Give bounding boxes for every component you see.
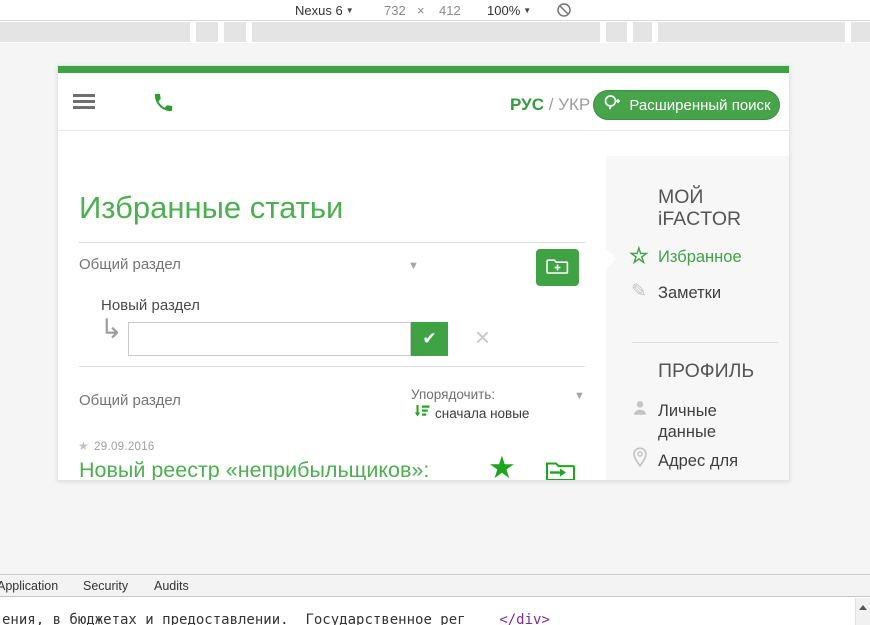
cancel-icon[interactable]: × <box>475 324 490 350</box>
menu-icon[interactable] <box>73 94 95 112</box>
pencil-icon: ✎ <box>631 281 647 302</box>
rotate-viewport-icon[interactable] <box>556 2 572 23</box>
sidebar-item-address[interactable]: Адрес для <box>606 447 789 476</box>
indent-arrow-icon: ↳ <box>100 314 123 344</box>
sort-dropdown-value: сначала новые <box>435 406 530 421</box>
divider <box>79 242 585 243</box>
check-icon: ✔ <box>422 329 437 348</box>
sidebar-item-notes[interactable]: ✎ Заметки <box>606 281 789 308</box>
star-outline-icon: ☆ <box>629 243 649 268</box>
tab-application[interactable]: Application <box>0 579 58 593</box>
viewport-width-field[interactable]: 732 <box>384 3 406 18</box>
new-section-label: Новый раздел <box>101 297 200 314</box>
chevron-down-icon[interactable]: ▼ <box>574 390 585 402</box>
devtools-elements-panel: ения, в бюджетах и предоставлении. Госуд… <box>0 598 870 625</box>
section-dropdown[interactable]: Общий раздел ▼ <box>79 256 419 278</box>
header-divider <box>58 130 789 131</box>
folder-plus-icon <box>546 256 569 280</box>
article-date: 29.09.2016 <box>94 441 155 453</box>
favorite-star-icon[interactable]: ★ <box>488 452 516 480</box>
web-page: РУС / УКР Расширенный поиск Избранные ст… <box>57 65 790 481</box>
dom-text-node: ения, в бюджетах и предоставлении. Госуд… <box>2 612 550 625</box>
zoom-select[interactable]: 100% ▼ <box>487 3 531 18</box>
media-query-segment[interactable] <box>224 22 246 42</box>
sort-label: Упорядочить: <box>411 387 496 402</box>
media-query-segment[interactable] <box>658 22 845 42</box>
move-to-folder-icon[interactable] <box>544 458 576 480</box>
tab-audits[interactable]: Audits <box>154 579 189 593</box>
dimension-multiply-label: × <box>417 3 425 18</box>
sidebar-profile-header: ПРОФИЛЬ <box>658 360 755 382</box>
scroll-up-arrow-icon[interactable] <box>859 605 867 610</box>
new-section-input[interactable] <box>128 322 411 356</box>
star-icon: ★ <box>78 439 90 453</box>
lang-separator: / <box>548 95 554 114</box>
sidebar-item-favorites[interactable]: ☆ Избранное <box>606 243 789 272</box>
sort-dropdown[interactable]: сначала новые <box>414 403 529 424</box>
article-date-row: ★ 29.09.2016 <box>78 439 155 453</box>
sidebar: МОЙ iFACTOR ☆ Избранное ✎ Заметки ПРОФИЛ… <box>606 156 789 480</box>
device-toolbar: Nexus 6 ▼ 732 × 412 100% ▼ <box>0 0 870 21</box>
devtools-tab-bar: Application Security Audits <box>0 574 870 597</box>
person-icon <box>631 399 649 422</box>
device-select[interactable]: Nexus 6 ▼ <box>295 3 354 18</box>
sidebar-item-personal-data[interactable]: Личные данные <box>606 399 789 441</box>
search-plus-icon <box>602 93 622 117</box>
chevron-down-icon: ▼ <box>408 260 419 272</box>
list-section-label: Общий раздел <box>79 392 181 409</box>
lang-rus-link[interactable]: РУС <box>510 95 544 114</box>
sidebar-item-label: Адрес для <box>658 452 739 470</box>
location-pin-icon <box>632 447 648 473</box>
media-query-segment[interactable] <box>851 22 870 42</box>
language-switcher: РУС / УКР <box>510 95 590 115</box>
add-folder-button[interactable] <box>536 249 579 286</box>
advanced-search-label: Расширенный поиск <box>629 96 771 114</box>
media-query-segment[interactable] <box>196 22 218 42</box>
sort-descending-icon <box>414 403 430 424</box>
sidebar-my-header: МОЙ iFACTOR <box>658 186 742 231</box>
media-query-segment[interactable] <box>252 22 600 42</box>
sidebar-item-label: Личные данные <box>658 402 717 441</box>
page-title: Избранные статьи <box>79 190 344 225</box>
lang-ukr-link[interactable]: УКР <box>558 95 590 114</box>
divider <box>79 366 585 367</box>
viewport-height-field[interactable]: 412 <box>439 3 461 18</box>
phone-icon[interactable] <box>152 91 175 119</box>
media-query-segment[interactable] <box>606 22 627 42</box>
sidebar-item-label: Заметки <box>658 284 722 302</box>
media-query-segment[interactable] <box>633 22 652 42</box>
closing-tag: </div> <box>499 612 550 625</box>
sidebar-divider <box>632 342 778 343</box>
media-query-bar <box>0 22 870 42</box>
article-title-link[interactable]: Новый реестр «неприбыльщиков»: <box>79 458 429 480</box>
confirm-button[interactable]: ✔ <box>411 322 448 356</box>
tab-security[interactable]: Security <box>83 579 128 593</box>
brand-top-strip <box>58 66 789 73</box>
device-emulation-canvas: РУС / УКР Расширенный поиск Избранные ст… <box>0 43 870 574</box>
section-dropdown-value: Общий раздел <box>79 256 181 273</box>
sidebar-item-label: Избранное <box>658 248 742 266</box>
media-query-segment[interactable] <box>0 22 190 42</box>
chevron-down-icon: ▼ <box>345 6 354 15</box>
advanced-search-button[interactable]: Расширенный поиск <box>593 90 780 120</box>
scrollbar[interactable] <box>855 598 870 625</box>
chevron-down-icon: ▼ <box>523 6 532 15</box>
